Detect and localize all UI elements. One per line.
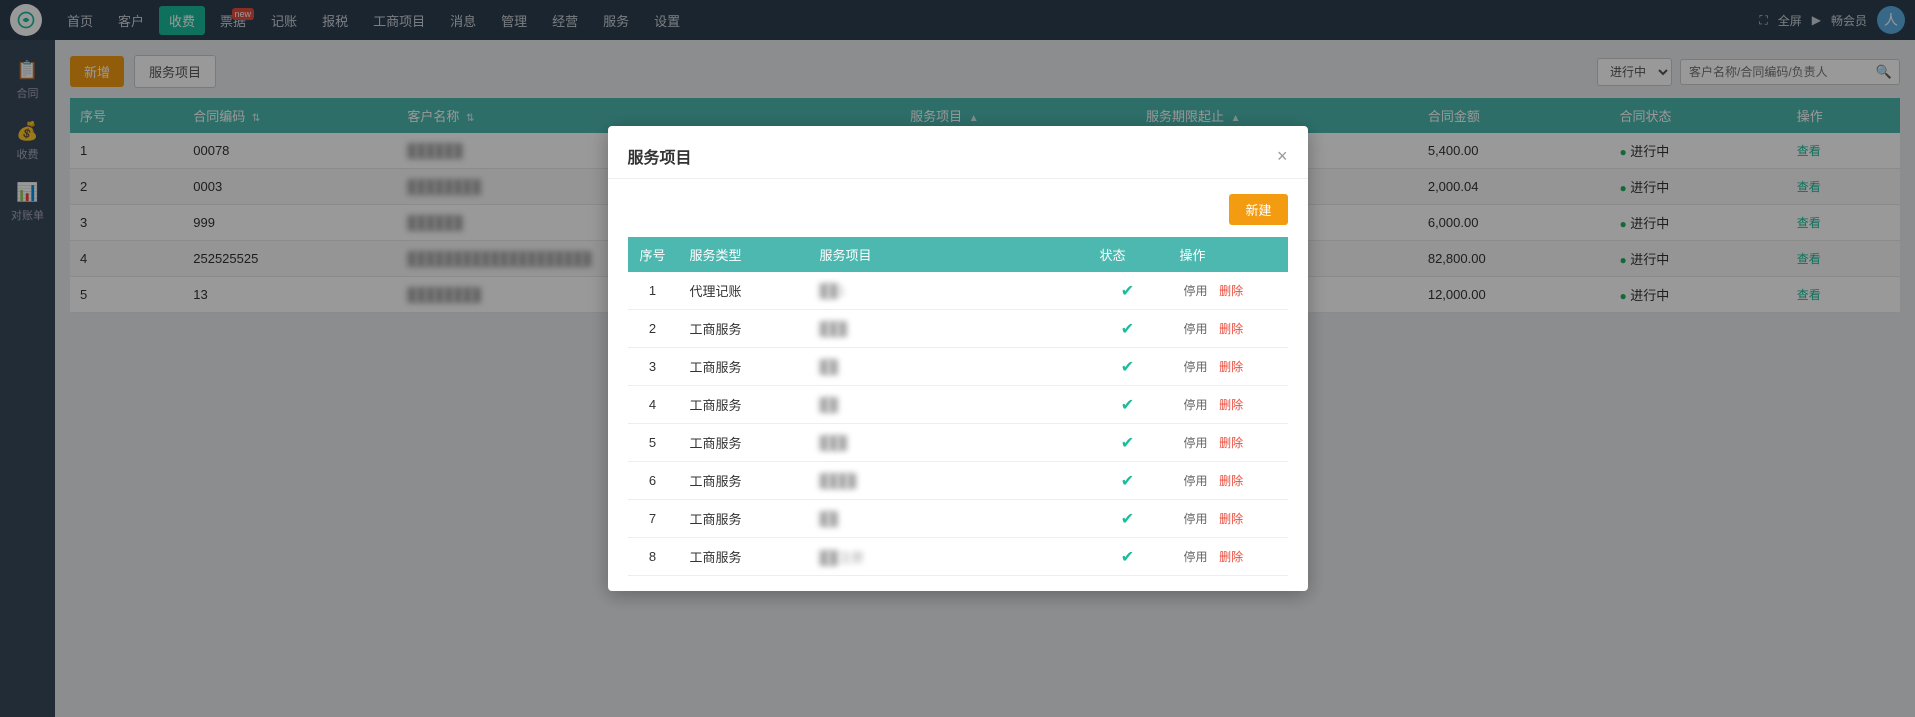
modal-cell-status: ✔	[1088, 538, 1168, 576]
stop-button[interactable]: 停用	[1180, 356, 1212, 377]
service-modal: 服务项目 × 新建 序号 服务类型 服务项目 状态 操作	[608, 126, 1308, 591]
modal-cell-item: ██	[808, 348, 1088, 386]
modal-cell-status: ✔	[1088, 424, 1168, 462]
modal-cell-status: ✔	[1088, 462, 1168, 500]
modal-cell-type: 工商服务	[678, 500, 808, 538]
delete-button[interactable]: 删除	[1215, 546, 1247, 567]
modal-cell-status: ✔	[1088, 272, 1168, 310]
delete-button[interactable]: 删除	[1215, 280, 1247, 301]
modal-cell-item: ██	[808, 386, 1088, 424]
status-check-icon: ✔	[1121, 511, 1134, 528]
modal-cell-action: 停用 删除	[1168, 272, 1288, 310]
delete-button[interactable]: 删除	[1215, 470, 1247, 491]
status-check-icon: ✔	[1121, 359, 1134, 376]
modal-overlay[interactable]: 服务项目 × 新建 序号 服务类型 服务项目 状态 操作	[0, 0, 1915, 717]
modal-cell-action: 停用 删除	[1168, 462, 1288, 500]
modal-table-row: 2 工商服务 ███ ✔ 停用 删除	[628, 310, 1288, 348]
modal-col-action: 操作	[1168, 237, 1288, 272]
modal-cell-item: ███	[808, 310, 1088, 348]
service-table: 序号 服务类型 服务项目 状态 操作 1 代理记账 ██1 ✔ 停用 删除 2 …	[628, 237, 1288, 576]
modal-cell-action: 停用 删除	[1168, 348, 1288, 386]
modal-table-row: 4 工商服务 ██ ✔ 停用 删除	[628, 386, 1288, 424]
modal-cell-no: 7	[628, 500, 678, 538]
modal-cell-item: ███	[808, 424, 1088, 462]
modal-table-row: 7 工商服务 ██ ✔ 停用 删除	[628, 500, 1288, 538]
modal-table-row: 3 工商服务 ██ ✔ 停用 删除	[628, 348, 1288, 386]
modal-cell-type: 工商服务	[678, 424, 808, 462]
modal-table-row: 5 工商服务 ███ ✔ 停用 删除	[628, 424, 1288, 462]
modal-header: 服务项目 ×	[608, 126, 1308, 179]
modal-col-item: 服务项目	[808, 237, 1088, 272]
delete-button[interactable]: 删除	[1215, 318, 1247, 339]
modal-cell-item: ██	[808, 500, 1088, 538]
modal-cell-item: ██注册	[808, 538, 1088, 576]
modal-close-button[interactable]: ×	[1277, 147, 1288, 165]
modal-cell-type: 工商服务	[678, 348, 808, 386]
modal-cell-status: ✔	[1088, 310, 1168, 348]
modal-cell-item: ██1	[808, 272, 1088, 310]
status-check-icon: ✔	[1121, 473, 1134, 490]
modal-cell-no: 3	[628, 348, 678, 386]
modal-cell-no: 1	[628, 272, 678, 310]
status-check-icon: ✔	[1121, 321, 1134, 338]
modal-table-row: 8 工商服务 ██注册 ✔ 停用 删除	[628, 538, 1288, 576]
modal-col-no: 序号	[628, 237, 678, 272]
modal-cell-no: 5	[628, 424, 678, 462]
modal-title: 服务项目	[628, 144, 692, 168]
modal-cell-item: ████	[808, 462, 1088, 500]
modal-cell-no: 6	[628, 462, 678, 500]
status-check-icon: ✔	[1121, 283, 1134, 300]
delete-button[interactable]: 删除	[1215, 356, 1247, 377]
stop-button[interactable]: 停用	[1180, 546, 1212, 567]
modal-col-status: 状态	[1088, 237, 1168, 272]
modal-new-button[interactable]: 新建	[1229, 194, 1287, 225]
modal-cell-status: ✔	[1088, 500, 1168, 538]
modal-cell-no: 4	[628, 386, 678, 424]
stop-button[interactable]: 停用	[1180, 318, 1212, 339]
modal-col-type: 服务类型	[678, 237, 808, 272]
stop-button[interactable]: 停用	[1180, 394, 1212, 415]
status-check-icon: ✔	[1121, 435, 1134, 452]
modal-table-row: 6 工商服务 ████ ✔ 停用 删除	[628, 462, 1288, 500]
status-check-icon: ✔	[1121, 549, 1134, 566]
modal-cell-action: 停用 删除	[1168, 538, 1288, 576]
modal-cell-type: 工商服务	[678, 462, 808, 500]
delete-button[interactable]: 删除	[1215, 432, 1247, 453]
stop-button[interactable]: 停用	[1180, 508, 1212, 529]
modal-cell-type: 代理记账	[678, 272, 808, 310]
modal-cell-no: 8	[628, 538, 678, 576]
modal-toolbar: 新建	[628, 194, 1288, 225]
modal-cell-action: 停用 删除	[1168, 310, 1288, 348]
modal-cell-status: ✔	[1088, 348, 1168, 386]
status-check-icon: ✔	[1121, 397, 1134, 414]
delete-button[interactable]: 删除	[1215, 508, 1247, 529]
stop-button[interactable]: 停用	[1180, 432, 1212, 453]
modal-cell-no: 2	[628, 310, 678, 348]
modal-cell-type: 工商服务	[678, 386, 808, 424]
delete-button[interactable]: 删除	[1215, 394, 1247, 415]
modal-cell-type: 工商服务	[678, 310, 808, 348]
modal-cell-status: ✔	[1088, 386, 1168, 424]
modal-cell-action: 停用 删除	[1168, 500, 1288, 538]
stop-button[interactable]: 停用	[1180, 280, 1212, 301]
modal-body: 新建 序号 服务类型 服务项目 状态 操作 1 代理记账 ██1	[608, 179, 1308, 591]
modal-cell-type: 工商服务	[678, 538, 808, 576]
stop-button[interactable]: 停用	[1180, 470, 1212, 491]
modal-cell-action: 停用 删除	[1168, 386, 1288, 424]
modal-cell-action: 停用 删除	[1168, 424, 1288, 462]
modal-table-row: 1 代理记账 ██1 ✔ 停用 删除	[628, 272, 1288, 310]
modal-scroll-area[interactable]: 序号 服务类型 服务项目 状态 操作 1 代理记账 ██1 ✔ 停用 删除 2 …	[628, 237, 1288, 576]
